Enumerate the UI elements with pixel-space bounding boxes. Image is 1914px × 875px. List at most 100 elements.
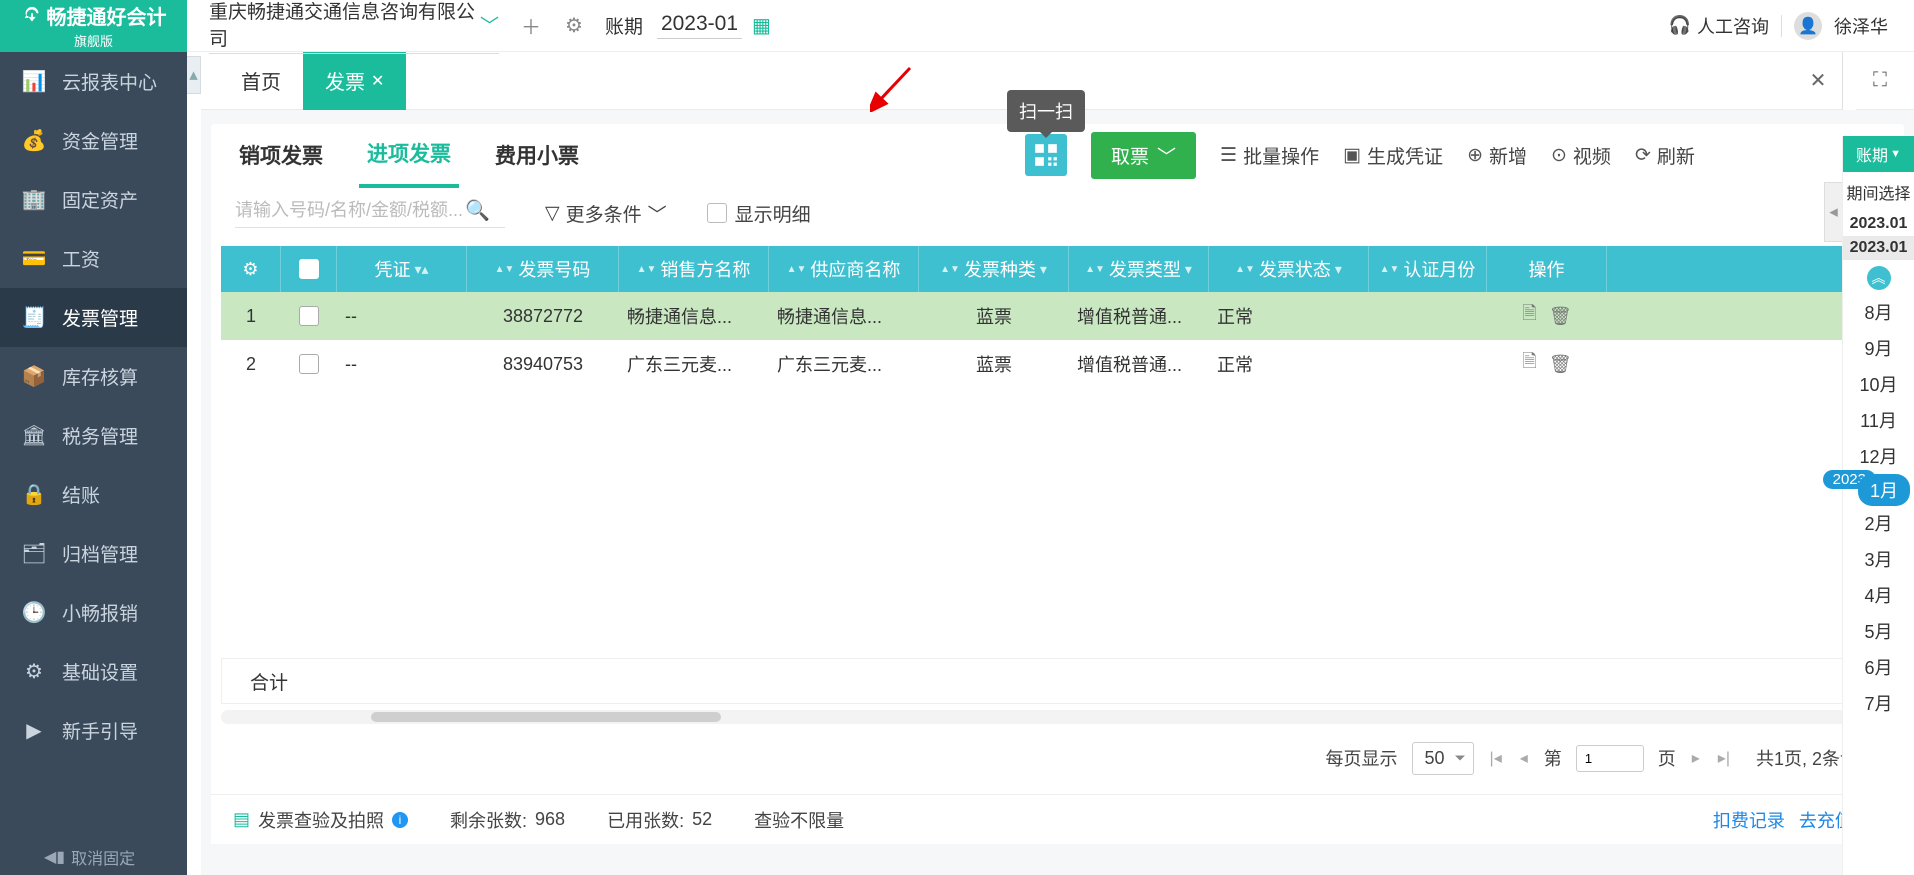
month-item[interactable]: 12月 [1843,438,1914,474]
th-checkbox[interactable] [281,246,337,292]
sidebar-item-label: 工资 [62,245,100,272]
close-all-icon[interactable]: ✕ [1804,67,1832,95]
month-item-active[interactable]: 1月 [1858,474,1910,506]
view-icon[interactable]: 🗎 [1522,349,1536,379]
first-page-icon[interactable]: |◂ [1488,748,1504,768]
th-seller[interactable]: ▲▼销售方名称 [619,246,769,292]
row-index: 2 [221,340,281,388]
tab-home[interactable]: 首页 [219,52,303,110]
sidebar-item-tax[interactable]: 🏛税务管理 [0,406,187,465]
month-item[interactable]: 4月 [1843,577,1914,613]
sidebar-item-inventory[interactable]: 📦库存核算 [0,347,187,406]
sidebar-item-salary[interactable]: 💳工资 [0,229,187,288]
month-item[interactable]: 8月 [1843,294,1914,330]
video-button[interactable]: ⊙视频 [1551,142,1611,169]
inner-tab-purchase[interactable]: 进项发票 [359,122,459,188]
th-type[interactable]: ▲▼发票类型▾ [1069,246,1209,292]
inner-tab-expense[interactable]: 费用小票 [487,124,587,186]
info-icon[interactable]: i [392,812,408,828]
per-page-select[interactable]: 50 [1412,742,1474,775]
month-item[interactable]: 11月 [1843,402,1914,438]
sidebar-item-label: 税务管理 [62,422,138,449]
period-year[interactable]: 2023.01 [1843,212,1914,236]
table-row[interactable]: 1 -- 38872772 畅捷通信息... 畅捷通信息... 蓝票 增值税普通… [221,292,1894,340]
delete-icon[interactable]: 🗑 [1549,306,1572,327]
fullscreen-icon[interactable]: ⛶ [1866,67,1894,95]
pick-invoice-button[interactable]: 取票﹀ [1091,132,1196,179]
close-icon[interactable]: ✕ [371,71,384,91]
scrollbar-thumb[interactable] [371,712,721,722]
more-conditions-button[interactable]: ▽更多条件﹀ [545,200,667,227]
sidebar-item-reimburse[interactable]: 🕒小畅报销 [0,583,187,642]
th-label: 发票类型 [1109,256,1181,282]
month-item[interactable]: 10月 [1843,366,1914,402]
filter-icon: ▾▴ [414,261,428,278]
plus-circle-icon: ⊕ [1467,144,1483,167]
search-input[interactable] [235,200,465,221]
scroll-up-icon[interactable]: ︽ [1867,266,1891,290]
show-detail-toggle[interactable]: 显示明细 [707,200,811,227]
month-item[interactable]: 6月 [1843,649,1914,685]
row-checkbox[interactable] [299,306,319,326]
sidebar-item-basic[interactable]: ⚙基础设置 [0,642,187,701]
period-button[interactable]: 账期▼ [1843,136,1914,172]
cell-auth-month [1369,292,1487,340]
sidebar-item-guide[interactable]: ▶新手引导 [0,701,187,760]
tab-invoice[interactable]: 发票✕ [303,52,406,110]
avatar[interactable]: 👤 [1794,12,1822,40]
sidebar-unpin[interactable]: ◀▮取消固定 [0,835,187,875]
horizontal-scrollbar[interactable] [221,710,1894,724]
page-input[interactable] [1576,745,1644,772]
th-settings[interactable]: ⚙ [221,246,281,292]
th-voucher[interactable]: 凭证▾▴ [337,246,467,292]
period-value[interactable]: 2023-01 [657,12,742,39]
th-supplier[interactable]: ▲▼供应商名称 [769,246,919,292]
lock-icon: 🔒 [22,482,46,507]
sidebar-item-fund[interactable]: 💰资金管理 [0,111,187,170]
prev-page-icon[interactable]: ◂ [1518,748,1530,768]
sidebar-item-report[interactable]: 📊云报表中心 [0,52,187,111]
sidebar-item-archive[interactable]: 🗂归档管理 [0,524,187,583]
add-button[interactable]: ⊕ 新增 [1467,142,1527,169]
gear-icon: ⚙ [22,659,46,684]
sidebar-item-invoice[interactable]: 🧾发票管理 [0,288,187,347]
refresh-button[interactable]: ⟳刷新 [1635,142,1695,169]
fee-log-link[interactable]: 扣费记录 [1713,807,1785,833]
sidebar-item-asset[interactable]: 🏢固定资产 [0,170,187,229]
row-checkbox[interactable] [299,354,319,374]
customer-service-button[interactable]: 🎧 人工咨询 [1669,13,1769,39]
th-kind[interactable]: ▲▼发票种类▾ [919,246,1069,292]
page-prefix: 第 [1544,745,1562,771]
sidebar-item-close[interactable]: 🔒结账 [0,465,187,524]
month-item[interactable]: 7月 [1843,685,1914,721]
period-btn-label: 账期 [1856,142,1888,166]
th-status[interactable]: ▲▼发票状态▾ [1209,246,1369,292]
verify-label[interactable]: 发票查验及拍照 [258,807,384,833]
filter-icon: ▾ [1185,261,1192,278]
view-icon[interactable]: 🗎 [1522,301,1536,331]
th-invoice-no[interactable]: ▲▼发票号码 [467,246,619,292]
sidebar-scroll-tab[interactable]: ▴ [187,56,201,94]
next-page-icon[interactable]: ▸ [1690,748,1702,768]
month-item[interactable]: 2月 [1843,505,1914,541]
search-icon[interactable]: 🔍 [465,198,490,223]
delete-icon[interactable]: 🗑 [1549,354,1572,375]
month-item[interactable]: 5月 [1843,613,1914,649]
last-page-icon[interactable]: ▸| [1716,748,1732,768]
inner-tab-sales[interactable]: 销项发票 [231,124,331,186]
video-label: 视频 [1573,142,1611,169]
calendar-icon[interactable]: ▦ [752,13,771,38]
add-label: 新增 [1489,142,1527,169]
month-item[interactable]: 3月 [1843,541,1914,577]
gen-voucher-button[interactable]: ▣生成凭证 [1343,142,1443,169]
month-item[interactable]: 9月 [1843,330,1914,366]
add-icon[interactable]: ＋ [521,11,541,40]
pick-label: 取票 [1111,142,1149,169]
table-row[interactable]: 2 -- 83940753 广东三元麦... 广东三元麦... 蓝票 增值税普通… [221,340,1894,388]
period-year[interactable]: 2023.01 [1843,236,1914,260]
gear-icon[interactable]: ⚙ [565,13,583,38]
batch-button[interactable]: ☰批量操作 [1220,142,1319,169]
th-auth-month[interactable]: ▲▼认证月份 [1369,246,1487,292]
company-selector[interactable]: 重庆畅捷通交通信息咨询有限公司 ﹀ [209,0,499,54]
period-collapse-tab[interactable]: ◂ [1824,182,1842,242]
